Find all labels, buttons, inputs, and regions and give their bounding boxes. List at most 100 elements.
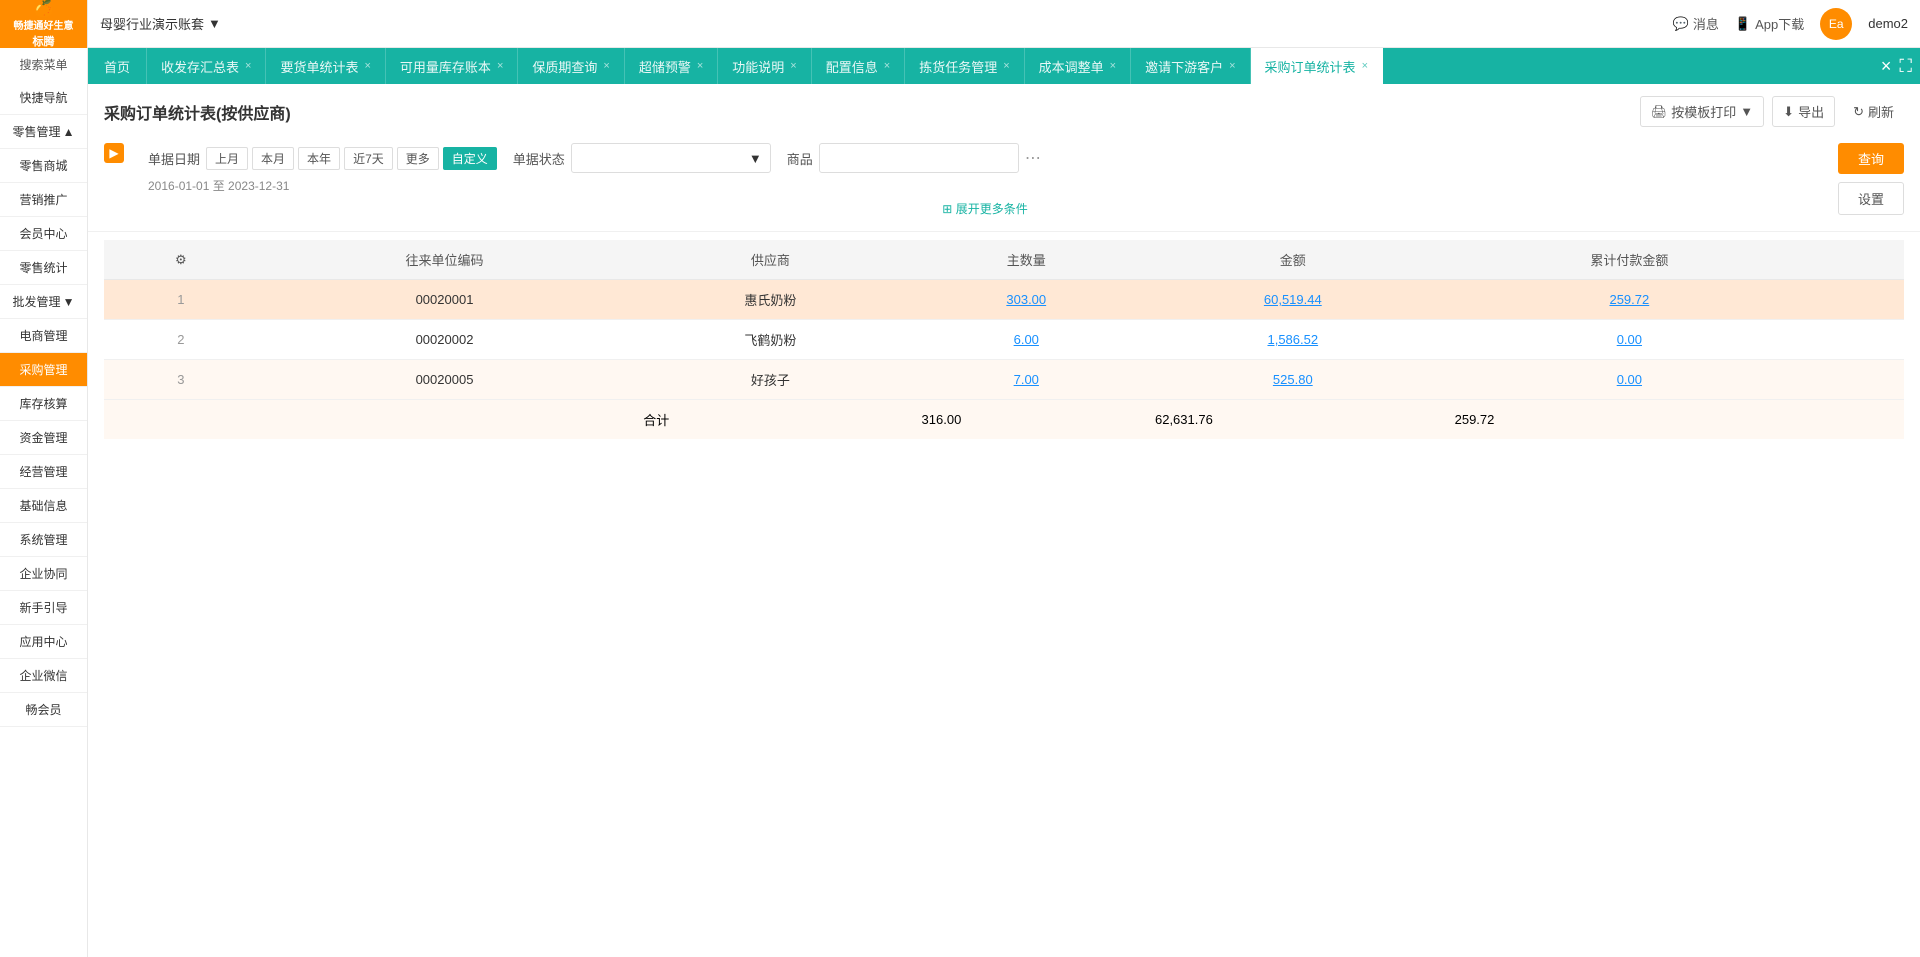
amount-value[interactable]: 60,519.44 [1143,280,1443,320]
tab-close-icon[interactable]: × [245,60,251,72]
sidebar-item-retail-mall[interactable]: 零售商城 [0,149,87,183]
data-table: ⚙ 往来单位编码 供应商 主数量 金额 累计付款金额 1 00020001 [104,240,1904,439]
table-container: ⚙ 往来单位编码 供应商 主数量 金额 累计付款金额 1 00020001 [88,240,1920,455]
tab-function-desc[interactable]: 功能说明 × [718,48,811,84]
page-header: 采购订单统计表(按供应商) 🖨 按模板打印 ▼ ⬇ 导出 ↻ 刷新 [88,84,1920,135]
footer-row: 合计 316.00 62,631.76 259.72 [104,400,1904,440]
tab-close-icon[interactable]: × [497,60,503,72]
refresh-icon: ↻ [1853,104,1864,120]
tab-close-all-icon[interactable]: × [1881,56,1892,77]
tab-close-icon[interactable]: × [1003,60,1009,72]
table-row[interactable]: 3 00020005 好孩子 7.00 525.80 0.00 [104,360,1904,400]
date-btn-prev-month[interactable]: 上月 [206,147,248,170]
tab-home[interactable]: 首页 [88,48,147,84]
tab-pick-task[interactable]: 拣货任务管理 × [905,48,1024,84]
paid-value[interactable]: 259.72 [1443,280,1816,320]
tab-purchase-order-stats[interactable]: 采购订单统计表 × [1251,48,1383,84]
print-dropdown-icon[interactable]: ▼ [1740,104,1753,119]
goods-input[interactable] [819,143,1019,173]
app-download-btn[interactable]: 📱 App下载 [1735,14,1804,33]
tab-overstock[interactable]: 超储预警 × [625,48,718,84]
query-button[interactable]: 查询 [1838,143,1904,174]
sidebar-item-app-center[interactable]: 应用中心 [0,625,87,659]
sidebar-item-operations[interactable]: 经营管理 [0,455,87,489]
filter-expand-button[interactable]: ▶ [104,143,124,163]
sidebar-item-newbie[interactable]: 新手引导 [0,591,87,625]
goods-more-icon[interactable]: ⋯ [1025,148,1041,168]
qty-value[interactable]: 303.00 [910,280,1143,320]
company-selector[interactable]: 母婴行业演示账套 ▼ [100,14,221,33]
message-btn[interactable]: 💬 消息 [1673,14,1719,33]
sidebar-item-marketing[interactable]: 营销推广 [0,183,87,217]
sidebar-search[interactable]: 搜索菜单 [0,48,87,81]
sidebar-item-basic-info[interactable]: 基础信息 [0,489,87,523]
status-select[interactable]: ▼ [571,143,771,173]
tab-close-icon[interactable]: × [1110,60,1116,72]
logo: 🍊 畅捷通好生意 标腾 [0,0,87,48]
tab-close-icon[interactable]: × [697,60,703,72]
filter-area: ▶ 单据日期 上月 本月 本年 近7天 更多 自定义 [88,135,1920,232]
filter-row-1: 单据日期 上月 本月 本年 近7天 更多 自定义 单据状态 [148,143,1822,173]
date-btn-custom[interactable]: 自定义 [443,147,497,170]
tab-close-icon[interactable]: × [1362,60,1368,72]
sidebar-item-inventory[interactable]: 库存核算 [0,387,87,421]
amount-value[interactable]: 1,586.52 [1143,320,1443,360]
sidebar-item-purchase[interactable]: 采购管理 [0,353,87,387]
sidebar-item-wholesale[interactable]: 批发管理 ▼ [0,285,87,319]
app-label: App下载 [1755,14,1804,33]
tab-close-icon[interactable]: × [603,60,609,72]
print-button[interactable]: 🖨 按模板打印 ▼ [1640,96,1764,127]
col-supplier: 供应商 [631,240,909,280]
date-btn-this-month[interactable]: 本月 [252,147,294,170]
tab-order-stats[interactable]: 要货单统计表 × [266,48,385,84]
avatar[interactable]: Ea [1820,8,1852,40]
date-btn-this-year[interactable]: 本年 [298,147,340,170]
qty-value[interactable]: 7.00 [910,360,1143,400]
filter-expand-more[interactable]: ⊞ 展开更多条件 [148,194,1822,223]
tab-config[interactable]: 配置信息 × [812,48,905,84]
tab-available-inventory[interactable]: 可用量库存账本 × [386,48,518,84]
amount-value[interactable]: 525.80 [1143,360,1443,400]
date-btn-7days[interactable]: 近7天 [344,147,393,170]
table-row[interactable]: 1 00020001 惠氏奶粉 303.00 60,519.44 259.72 [104,280,1904,320]
avatar-initials: Ea [1829,17,1844,31]
refresh-button[interactable]: ↻ 刷新 [1843,97,1904,126]
date-filter-label: 单据日期 [148,149,200,168]
status-filter-label: 单据状态 [513,149,565,168]
date-btn-more[interactable]: 更多 [397,147,439,170]
nav-tabs: 首页 收发存汇总表 × 要货单统计表 × 可用量库存账本 × 保质期查询 × 超… [88,48,1920,84]
goods-filter-label: 商品 [787,149,813,168]
tab-close-icon[interactable]: × [790,60,796,72]
export-icon: ⬇ [1783,104,1794,120]
sidebar-item-retail-mgmt[interactable]: 零售管理 ▲ [0,115,87,149]
sidebar-item-retail-stats[interactable]: 零售统计 [0,251,87,285]
tab-expiry-query[interactable]: 保质期查询 × [518,48,624,84]
tab-cost-adjust[interactable]: 成本调整单 × [1025,48,1131,84]
sidebar-item-system[interactable]: 系统管理 [0,523,87,557]
sidebar-item-quick-nav[interactable]: 快捷导航 [0,81,87,115]
sidebar-item-wechat[interactable]: 企业微信 [0,659,87,693]
sidebar: 🍊 畅捷通好生意 标腾 搜索菜单 快捷导航 零售管理 ▲ 零售商城 营销推广 会… [0,0,88,957]
tab-expand-icon[interactable]: ⛶ [1899,56,1912,77]
tab-close-icon[interactable]: × [364,60,370,72]
sidebar-item-finance[interactable]: 资金管理 [0,421,87,455]
qty-value[interactable]: 6.00 [910,320,1143,360]
sidebar-item-enterprise[interactable]: 企业协同 [0,557,87,591]
settings-button[interactable]: 设置 [1838,182,1904,215]
tab-close-icon[interactable]: × [884,60,890,72]
export-button[interactable]: ⬇ 导出 [1772,96,1835,127]
sidebar-item-member-plus[interactable]: 畅会员 [0,693,87,727]
paid-value[interactable]: 0.00 [1443,320,1816,360]
print-icon: 🖨 [1651,104,1668,120]
footer-amount: 62,631.76 [1143,400,1443,440]
sidebar-item-member[interactable]: 会员中心 [0,217,87,251]
logo-text: 畅捷通好生意 [14,21,74,33]
sidebar-item-ecommerce[interactable]: 电商管理 [0,319,87,353]
paid-value[interactable]: 0.00 [1443,360,1816,400]
table-settings-icon[interactable]: ⚙ [172,251,190,269]
tab-receive-summary[interactable]: 收发存汇总表 × [147,48,266,84]
tab-invite-downstream[interactable]: 邀请下游客户 × [1131,48,1250,84]
tab-close-icon[interactable]: × [1229,60,1235,72]
table-row[interactable]: 2 00020002 飞鹤奶粉 6.00 1,586.52 0.00 [104,320,1904,360]
app-icon: 📱 [1735,16,1751,32]
